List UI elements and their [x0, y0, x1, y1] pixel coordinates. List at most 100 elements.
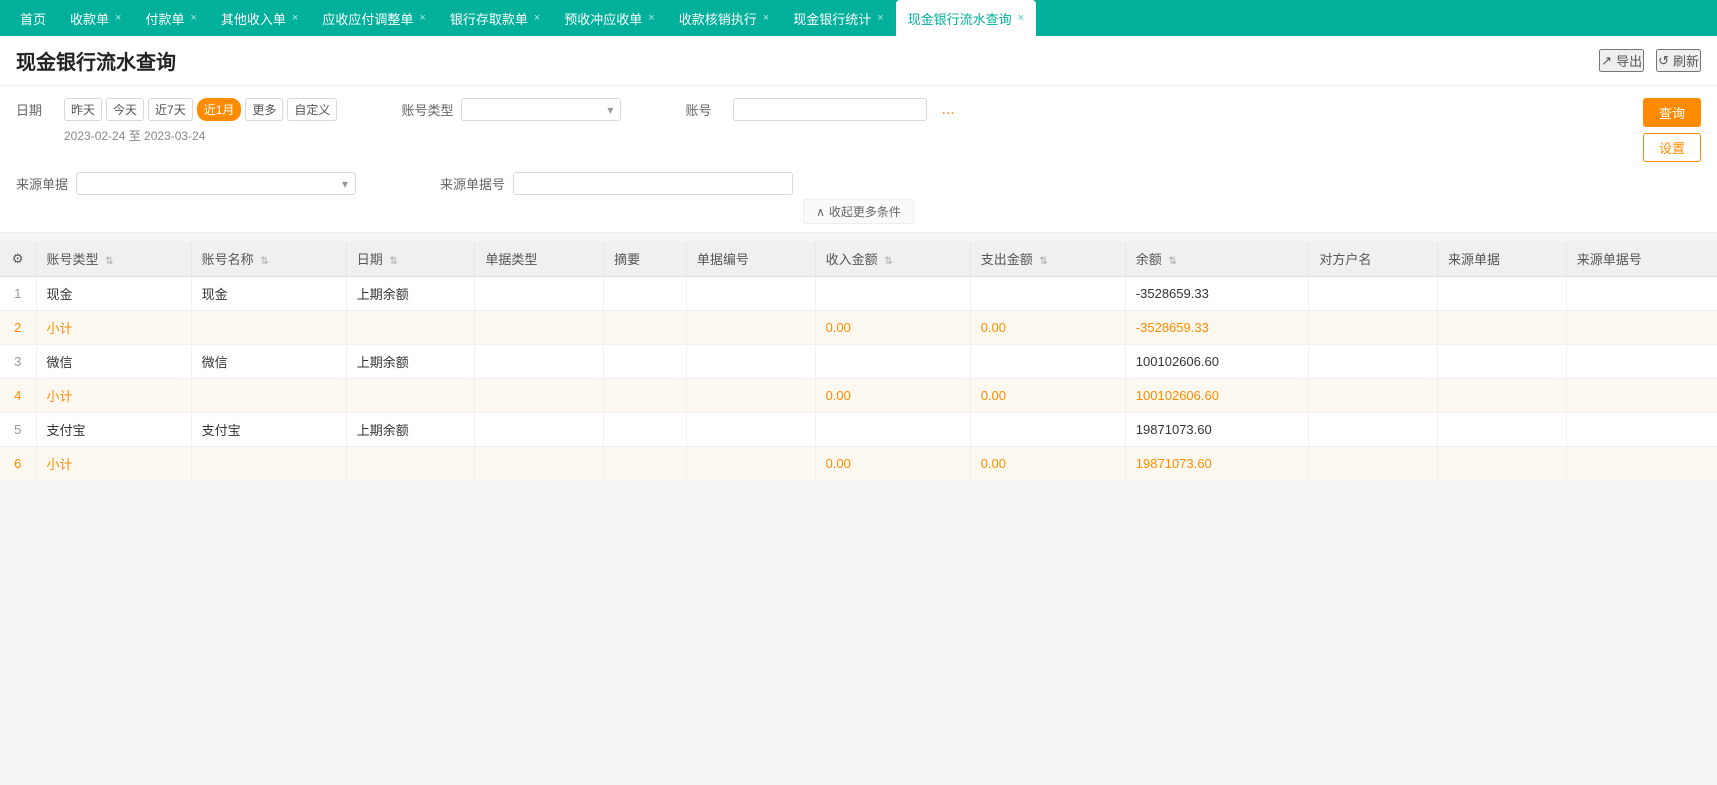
nav-adjustment[interactable]: 应收应付调整单 × — [310, 0, 437, 36]
date-7days[interactable]: 近7天 — [148, 98, 193, 121]
nav-other-income[interactable]: 其他收入单 × — [209, 0, 310, 36]
col-gear[interactable]: ⚙ — [0, 241, 36, 277]
close-icon[interactable]: × — [763, 12, 769, 24]
cell-account_type: 现金 — [36, 277, 191, 311]
cell-source_doc — [1438, 311, 1567, 345]
table-row: 1现金现金上期余额-3528659.33 — [0, 277, 1717, 311]
cell-doc_no — [686, 447, 815, 481]
cell-expense: 0.00 — [970, 447, 1125, 481]
header-actions: ↗ 导出 ↺ 刷新 — [1599, 49, 1701, 72]
data-table: ⚙ 账号类型 ⇅ 账号名称 ⇅ 日期 ⇅ 单据类型 摘要 单据编号 收入金额 ⇅… — [0, 241, 1717, 481]
cell-balance: 100102606.60 — [1125, 379, 1309, 413]
col-account-name[interactable]: 账号名称 ⇅ — [191, 241, 346, 277]
cell-account_type: 小计 — [36, 379, 191, 413]
cell-num: 6 — [0, 447, 36, 481]
cell-summary — [604, 379, 687, 413]
date-more[interactable]: 更多 — [245, 98, 283, 121]
cell-date: 上期余额 — [346, 345, 475, 379]
nav-writeoff[interactable]: 收款核销执行 × — [667, 0, 781, 36]
source-doc-no-label: 来源单据号 — [440, 174, 505, 193]
nav-cash-stat[interactable]: 现金银行统计 × — [781, 0, 895, 36]
cell-expense: 0.00 — [970, 311, 1125, 345]
date-custom[interactable]: 自定义 — [287, 98, 337, 121]
nav-bank-deposit[interactable]: 银行存取款单 × — [438, 0, 552, 36]
cell-balance: -3528659.33 — [1125, 311, 1309, 345]
source-doc-select[interactable] — [76, 172, 356, 195]
col-expense[interactable]: 支出金额 ⇅ — [970, 241, 1125, 277]
close-icon[interactable]: × — [877, 12, 883, 24]
settings-button[interactable]: 设置 — [1643, 133, 1701, 162]
date-buttons: 昨天 今天 近7天 近1月 更多 自定义 — [64, 98, 337, 121]
cell-doc_no — [686, 379, 815, 413]
close-icon[interactable]: × — [292, 12, 298, 24]
export-button[interactable]: ↗ 导出 — [1599, 49, 1644, 72]
table-row: 3微信微信上期余额100102606.60 — [0, 345, 1717, 379]
cell-account_name: 微信 — [191, 345, 346, 379]
cell-balance: 100102606.60 — [1125, 345, 1309, 379]
close-icon[interactable]: × — [534, 12, 540, 24]
date-today[interactable]: 今天 — [106, 98, 144, 121]
close-icon[interactable]: × — [190, 12, 196, 24]
col-counterpart[interactable]: 对方户名 — [1309, 241, 1438, 277]
cell-doc_type — [475, 379, 604, 413]
cell-source_doc — [1438, 277, 1567, 311]
cell-account_name — [191, 447, 346, 481]
col-account-type[interactable]: 账号类型 ⇅ — [36, 241, 191, 277]
cell-date: 上期余额 — [346, 277, 475, 311]
close-icon[interactable]: × — [1018, 12, 1024, 24]
account-input[interactable] — [733, 98, 927, 121]
cell-income — [815, 413, 970, 447]
cell-counterpart — [1309, 413, 1438, 447]
cell-balance: 19871073.60 — [1125, 447, 1309, 481]
cell-expense — [970, 413, 1125, 447]
col-source-doc-no[interactable]: 来源单据号 — [1566, 241, 1717, 277]
date-1month[interactable]: 近1月 — [197, 98, 242, 121]
collapse-button[interactable]: ∧ 收起更多条件 — [803, 199, 914, 224]
date-label: 日期 — [16, 100, 56, 119]
col-doc-type[interactable]: 单据类型 — [475, 241, 604, 277]
col-summary[interactable]: 摘要 — [604, 241, 687, 277]
cell-summary — [604, 345, 687, 379]
cell-doc_type — [475, 345, 604, 379]
close-icon[interactable]: × — [115, 12, 121, 24]
query-button[interactable]: 查询 — [1643, 98, 1701, 127]
cell-doc_type — [475, 413, 604, 447]
col-income[interactable]: 收入金额 ⇅ — [815, 241, 970, 277]
col-doc-no[interactable]: 单据编号 — [686, 241, 815, 277]
cell-summary — [604, 277, 687, 311]
source-doc-no-input[interactable] — [513, 172, 793, 195]
nav-payment[interactable]: 付款单 × — [133, 0, 208, 36]
filter-area: 日期 昨天 今天 近7天 近1月 更多 自定义 2023-02-24 至 202… — [0, 86, 1717, 233]
col-date[interactable]: 日期 ⇅ — [346, 241, 475, 277]
date-yesterday[interactable]: 昨天 — [64, 98, 102, 121]
refresh-button[interactable]: ↺ 刷新 — [1656, 49, 1701, 72]
cell-counterpart — [1309, 379, 1438, 413]
cell-source_doc_no — [1566, 277, 1717, 311]
nav-pre-receipt[interactable]: 预收冲应收单 × — [552, 0, 666, 36]
table-header-row: ⚙ 账号类型 ⇅ 账号名称 ⇅ 日期 ⇅ 单据类型 摘要 单据编号 收入金额 ⇅… — [0, 241, 1717, 277]
col-balance[interactable]: 余额 ⇅ — [1125, 241, 1309, 277]
cell-date — [346, 311, 475, 345]
close-icon[interactable]: × — [419, 12, 425, 24]
close-icon[interactable]: × — [648, 12, 654, 24]
account-type-select[interactable]: 现金 微信 支付宝 — [461, 98, 621, 121]
cell-doc_type — [475, 447, 604, 481]
collapse-bar: ∧ 收起更多条件 — [16, 199, 1701, 224]
cell-account_name: 现金 — [191, 277, 346, 311]
refresh-icon: ↺ — [1658, 53, 1669, 69]
cell-source_doc_no — [1566, 311, 1717, 345]
col-source-doc[interactable]: 来源单据 — [1438, 241, 1567, 277]
cell-source_doc_no — [1566, 345, 1717, 379]
nav-receipt[interactable]: 收款单 × — [58, 0, 133, 36]
nav-home[interactable]: 首页 — [8, 0, 58, 36]
cell-counterpart — [1309, 345, 1438, 379]
cell-doc_type — [475, 311, 604, 345]
cell-num: 4 — [0, 379, 36, 413]
nav-cash-flow[interactable]: 现金银行流水查询 × — [896, 0, 1036, 36]
cell-account_name — [191, 311, 346, 345]
account-dots-button[interactable]: ... — [935, 99, 960, 121]
table-row: 4小计0.000.00100102606.60 — [0, 379, 1717, 413]
cell-income: 0.00 — [815, 447, 970, 481]
cell-source_doc — [1438, 413, 1567, 447]
cell-doc_type — [475, 277, 604, 311]
